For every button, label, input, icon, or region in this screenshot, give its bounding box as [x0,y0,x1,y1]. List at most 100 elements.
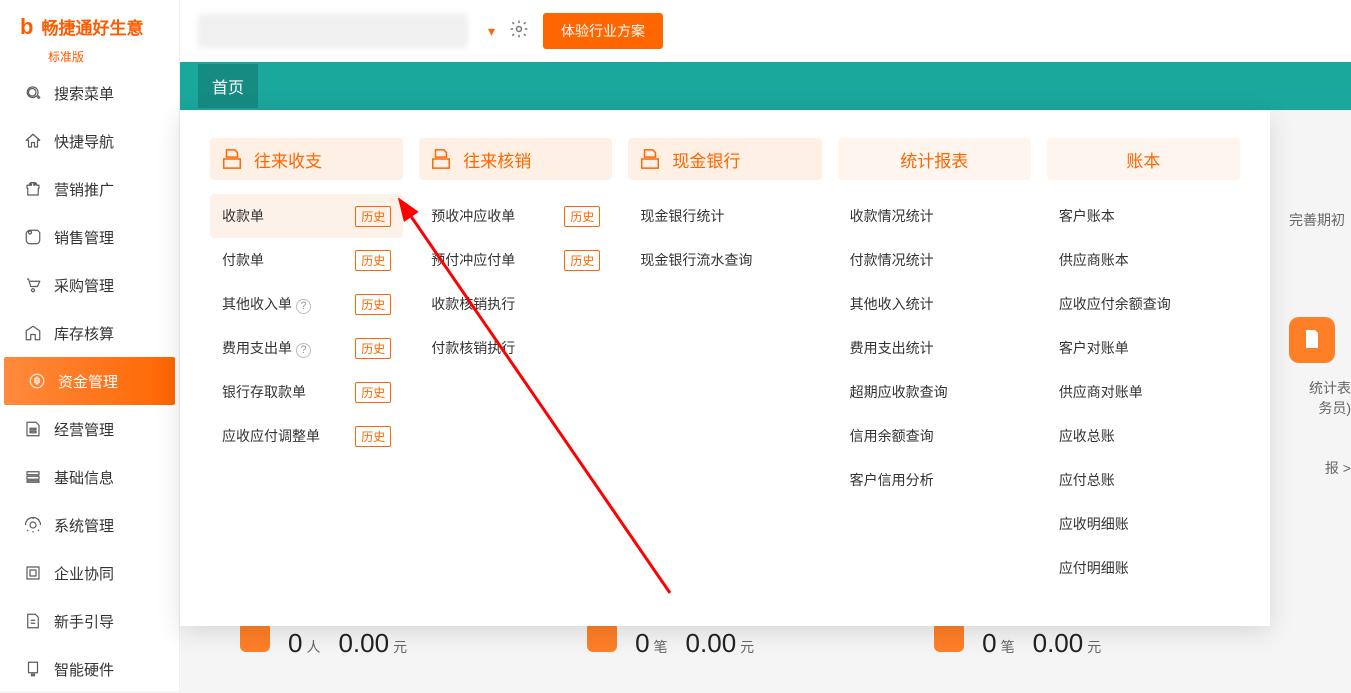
menu-item[interactable]: 预付冲应付单历史 [419,238,612,282]
menu-item[interactable]: 应收明细账 [1047,502,1240,546]
help-icon[interactable]: ? [296,299,311,314]
menu-item-label: 银行存取款单 [222,382,355,402]
cart-icon [24,276,42,294]
menu-item[interactable]: 费用支出统计 [838,326,1031,370]
mega-column: 统计报表收款情况统计付款情况统计其他收入统计费用支出统计超期应收款查询信用余额查… [838,138,1031,590]
sidebar-item-cart[interactable]: 采购管理 [0,261,179,309]
menu-item[interactable]: 费用支出单?历史 [210,326,403,370]
sidebar-item-search[interactable]: 搜索菜单 [0,69,179,117]
stat-block: 0笔0.00元 [934,622,1101,659]
stat-block: 0人0.00元 [240,622,407,659]
menu-item-label: 预付冲应付单 [431,250,564,270]
menu-item-label: 供应商对账单 [1059,382,1228,402]
menu-item[interactable]: 银行存取款单历史 [210,370,403,414]
sidebar-item-money[interactable]: 资金管理 [4,357,175,405]
history-badge[interactable]: 历史 [355,382,391,403]
menu-item-label: 付款核销执行 [431,338,600,358]
menu-item-label: 应付总账 [1059,470,1228,490]
sidebar-item-home[interactable]: 快捷导航 [0,117,179,165]
column-title: 现金银行 [672,147,740,172]
menu-item-label: 应付明细账 [1059,558,1228,578]
base-icon [24,468,42,486]
tab-home[interactable]: 首页 [198,64,258,108]
stat-icon [240,622,270,652]
menu-item[interactable]: 客户账本 [1047,194,1240,238]
history-badge[interactable]: 历史 [564,206,600,227]
column-title: 往来核销 [463,147,531,172]
menu-item[interactable]: 客户对账单 [1047,326,1240,370]
sidebar-item-warehouse[interactable]: 库存核算 [0,309,179,357]
sidebar-item-tag[interactable]: 销售管理 [0,213,179,261]
stats-row: 0人0.00元 0笔0.00元 0笔0.00元 [240,622,1311,659]
sidebar-item-guide[interactable]: 新手引导 [0,597,179,645]
help-icon[interactable]: ? [296,343,311,358]
history-badge[interactable]: 历史 [355,294,391,315]
menu-item-label: 信用余额查询 [850,426,1019,446]
stat-money: 0.00 [338,628,389,659]
menu-item[interactable]: 现金银行流水查询 [628,238,821,282]
menu-item[interactable]: 预收冲应收单历史 [419,194,612,238]
menu-item[interactable]: 其他收入统计 [838,282,1031,326]
menu-item[interactable]: 付款核销执行 [419,326,612,370]
logo-text: 畅捷通好生意 [41,14,143,39]
history-badge[interactable]: 历史 [355,338,391,359]
menu-item[interactable]: 应付总账 [1047,458,1240,502]
sidebar-item-report[interactable]: 经营管理 [0,405,179,453]
org-selector[interactable] [198,14,468,48]
menu-item[interactable]: 收款情况统计 [838,194,1031,238]
menu-item[interactable]: 付款情况统计 [838,238,1031,282]
menu-item-label: 付款单 [222,250,355,270]
hint-report-3[interactable]: 报 > [1325,458,1351,478]
sidebar-item-base[interactable]: 基础信息 [0,453,179,501]
dropdown-icon[interactable]: ▾ [488,23,495,40]
sidebar-item-sys[interactable]: 系统管理 [0,501,179,549]
stat-block: 0笔0.00元 [587,622,754,659]
menu-item[interactable]: 供应商账本 [1047,238,1240,282]
stat-money: 0.00 [686,628,737,659]
menu-item[interactable]: 收款单历史 [210,194,403,238]
menu-item-label: 其他收入单? [222,294,355,314]
funds-mega-menu: 往来收支收款单历史付款单历史其他收入单?历史费用支出单?历史银行存取款单历史应收… [180,110,1270,626]
stat-count-unit: 笔 [1001,637,1015,657]
menu-item-label: 客户对账单 [1059,338,1228,358]
sidebar-item-gift[interactable]: 营销推广 [0,165,179,213]
history-badge[interactable]: 历史 [564,250,600,271]
menu-item[interactable]: 应收应付调整单历史 [210,414,403,458]
column-header: 统计报表 [838,138,1031,180]
hint-init: 完善期初 [1289,210,1345,230]
menu-item[interactable]: 超期应收款查询 [838,370,1031,414]
column-title: 账本 [1126,147,1160,172]
menu-item-label: 收款情况统计 [850,206,1019,226]
search-icon [24,84,42,102]
menu-item[interactable]: 供应商对账单 [1047,370,1240,414]
sidebar-item-team[interactable]: 企业协同 [0,549,179,597]
menu-item-label: 应收应付余额查询 [1059,294,1228,314]
floating-action-button[interactable] [1289,317,1335,363]
menu-item[interactable]: 付款单历史 [210,238,403,282]
menu-item[interactable]: 现金银行统计 [628,194,821,238]
industry-plan-button[interactable]: 体验行业方案 [543,13,663,49]
menu-item-label: 应收明细账 [1059,514,1228,534]
sidebar-item-device[interactable]: 智能硬件 [0,645,179,693]
stat-count: 0 [982,628,996,659]
logo-mark: b [20,14,33,40]
history-badge[interactable]: 历史 [355,250,391,271]
menu-item-label: 收款核销执行 [431,294,600,314]
report-icon [24,420,42,438]
history-badge[interactable]: 历史 [355,426,391,447]
doc-icon [220,148,244,170]
sidebar-item-label: 销售管理 [54,227,114,248]
menu-item[interactable]: 应收应付余额查询 [1047,282,1240,326]
menu-item[interactable]: 客户信用分析 [838,458,1031,502]
menu-item[interactable]: 应收总账 [1047,414,1240,458]
menu-item[interactable]: 收款核销执行 [419,282,612,326]
menu-item[interactable]: 信用余额查询 [838,414,1031,458]
sidebar-item-label: 系统管理 [54,515,114,536]
menu-item[interactable]: 其他收入单?历史 [210,282,403,326]
sidebar-item-label: 采购管理 [54,275,114,296]
history-badge[interactable]: 历史 [355,206,391,227]
sidebar-item-label: 搜索菜单 [54,83,114,104]
menu-item[interactable]: 应付明细账 [1047,546,1240,590]
edition-badge: 标准版 [0,48,179,69]
gear-icon[interactable] [509,19,529,44]
